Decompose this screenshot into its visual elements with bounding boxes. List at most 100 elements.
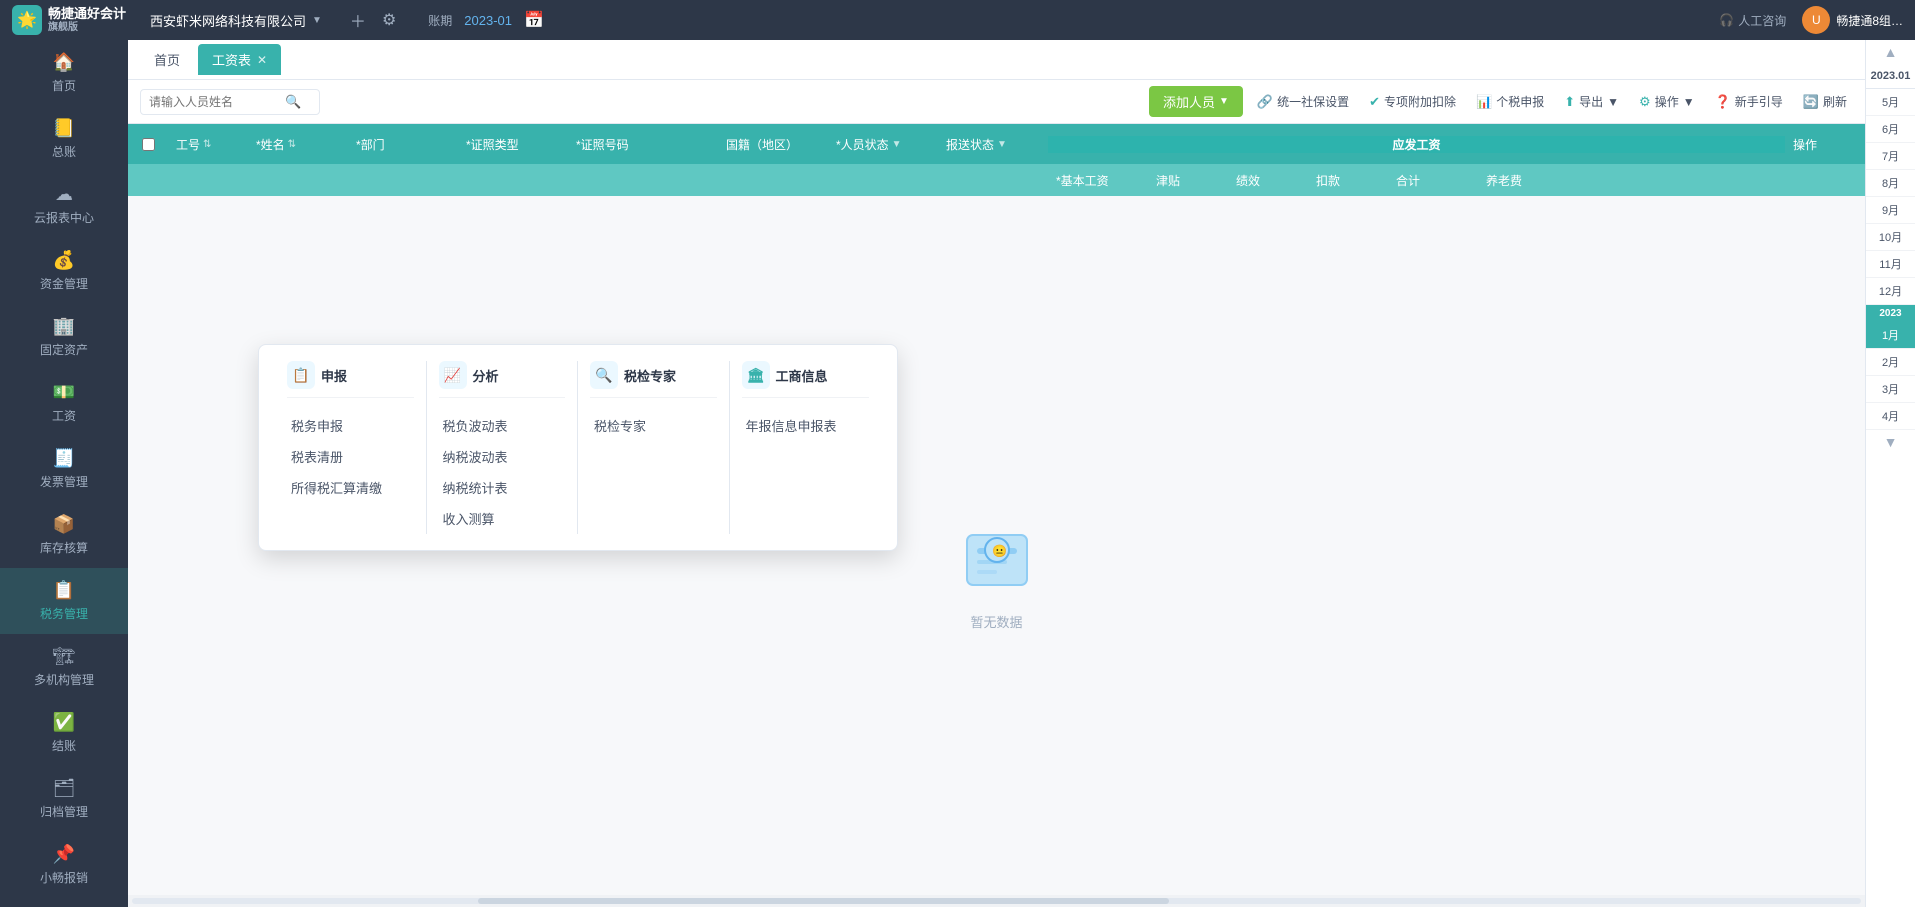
sidebar-item-closing[interactable]: ✅ 结账 xyxy=(0,700,128,766)
check-icon: ✔ xyxy=(1369,94,1380,110)
annual-report-item[interactable]: 年报信息申报表 xyxy=(742,410,870,441)
month-4[interactable]: 4月 xyxy=(1866,403,1915,430)
tax-declaration-item[interactable]: 税务申报 xyxy=(287,410,414,441)
sidebar-item-cloud-report[interactable]: ☁ 云报表中心 xyxy=(0,172,128,238)
home-icon: 🏠 xyxy=(53,52,75,73)
month-7[interactable]: 7月 xyxy=(1866,143,1915,170)
add-person-label: 添加人员 xyxy=(1163,92,1215,111)
scroll-thumb[interactable] xyxy=(478,898,1170,904)
section-analysis-label: 分析 xyxy=(473,366,499,385)
month-6[interactable]: 6月 xyxy=(1866,116,1915,143)
tab-close-icon[interactable]: ✕ xyxy=(257,53,267,67)
sidebar-item-marketing[interactable]: 📌 小畅报销 xyxy=(0,832,128,898)
archive-icon: 🗂 xyxy=(53,778,76,799)
sidebar-item-invoice[interactable]: 🧾 发票管理 xyxy=(0,436,128,502)
tab-home[interactable]: 首页 xyxy=(140,44,194,75)
tax-icon: 📋 xyxy=(53,580,75,601)
sidebar-item-ledger[interactable]: 📒 总账 xyxy=(0,106,128,172)
sidebar-item-salary[interactable]: 💵 工资 xyxy=(0,370,128,436)
refresh-btn[interactable]: 🔄 刷新 xyxy=(1797,89,1853,114)
tab-salary-table[interactable]: 工资表 ✕ xyxy=(198,44,281,75)
special-deduction-btn[interactable]: ✔ 专项附加扣除 xyxy=(1363,89,1462,114)
sidebar-label-salary: 工资 xyxy=(52,407,76,424)
add-person-button[interactable]: 添加人员 ▼ xyxy=(1149,86,1243,117)
sidebar-label-tax: 税务管理 xyxy=(40,605,88,622)
dropdown-section-tax-expert: 🔍 税检专家 税检专家 xyxy=(578,361,730,534)
sidebar-item-basic-settings[interactable]: ⚙ 基础设置 xyxy=(0,898,128,907)
year-divider-2023: 2023 xyxy=(1866,305,1915,322)
th-status-label: *人员状态 xyxy=(836,136,889,153)
sidebar-label-fixed-assets: 固定资产 xyxy=(40,341,88,358)
svg-text:😐: 😐 xyxy=(992,544,1007,558)
sidebar-item-tax[interactable]: 📋 税务管理 xyxy=(0,568,128,634)
filter-status-icon[interactable]: ▼ xyxy=(892,139,902,150)
header-checkbox[interactable] xyxy=(128,138,168,151)
operations-btn[interactable]: ⚙ 操作 ▼ xyxy=(1633,89,1701,114)
tax-expert-icon: 🔍 xyxy=(590,361,618,389)
th-sub-total-label: 合计 xyxy=(1396,174,1420,188)
month-1[interactable]: 1月 xyxy=(1866,322,1915,349)
year-up-btn[interactable]: ▲ xyxy=(1866,40,1915,64)
year-panel: ▲ 2023.01 5月 6月 7月 8月 9月 10月 11月 12月 202… xyxy=(1865,40,1915,907)
guide-icon: ❓ xyxy=(1715,94,1731,110)
sidebar-item-home[interactable]: 🏠 首页 xyxy=(0,40,128,106)
tax-expert-item[interactable]: 税检专家 xyxy=(590,410,717,441)
user-avatar-area[interactable]: U 畅捷通8组… xyxy=(1802,6,1903,34)
search-input[interactable] xyxy=(149,95,279,109)
settings-icon[interactable]: ⚙ xyxy=(378,6,400,34)
customer-service-label: 人工咨询 xyxy=(1738,12,1786,29)
month-12[interactable]: 12月 xyxy=(1866,278,1915,305)
tax-table-clear-item[interactable]: 税表清册 xyxy=(287,441,414,472)
company-selector[interactable]: 西安虾米网络科技有限公司 ▼ xyxy=(142,7,330,34)
ops-icon: ⚙ xyxy=(1639,94,1651,110)
filter-report-icon[interactable]: ▼ xyxy=(997,139,1007,150)
income-tax-calc-item[interactable]: 所得税汇算清缴 xyxy=(287,472,414,503)
month-11[interactable]: 11月 xyxy=(1866,251,1915,278)
table-section: 工号 ⇅ *姓名 ⇅ *部门 *证照类型 *证照号码 xyxy=(128,124,1865,907)
scroll-bar[interactable] xyxy=(128,895,1865,907)
sidebar-item-archive[interactable]: 🗂 归档管理 xyxy=(0,766,128,832)
sort-name-icon[interactable]: ⇅ xyxy=(288,139,296,150)
th-sub-bonus: 津贴 xyxy=(1148,172,1228,189)
month-9[interactable]: 9月 xyxy=(1866,197,1915,224)
cloud-icon: ☁ xyxy=(55,184,73,205)
sidebar-label-invoice: 发票管理 xyxy=(40,473,88,490)
month-10[interactable]: 10月 xyxy=(1866,224,1915,251)
sidebar-item-multi-org[interactable]: 🏗 多机构管理 xyxy=(0,634,128,700)
section-declaration-label: 申报 xyxy=(321,366,347,385)
sidebar-item-inventory[interactable]: 📦 库存核算 xyxy=(0,502,128,568)
add-company-icon[interactable]: ＋ xyxy=(346,4,370,36)
section-declaration-title: 📋 申报 xyxy=(287,361,414,398)
select-all-checkbox[interactable] xyxy=(142,138,155,151)
tax-stats-item[interactable]: 纳税统计表 xyxy=(439,472,566,503)
tax-fluctuation-item[interactable]: 纳税波动表 xyxy=(439,441,566,472)
top-bar-right: 🎧 人工咨询 U 畅捷通8组… xyxy=(1719,6,1903,34)
analysis-icon: 📈 xyxy=(439,361,467,389)
export-btn[interactable]: ⬆ 导出 ▼ xyxy=(1558,89,1625,114)
new-guide-label: 新手引导 xyxy=(1735,93,1783,110)
month-5[interactable]: 5月 xyxy=(1866,89,1915,116)
year-down-btn[interactable]: ▼ xyxy=(1866,430,1915,454)
ops-arrow-icon: ▼ xyxy=(1683,95,1695,109)
month-8[interactable]: 8月 xyxy=(1866,170,1915,197)
personal-tax-btn[interactable]: 📊 个税申报 xyxy=(1470,89,1550,114)
income-calc-item[interactable]: 收入测算 xyxy=(439,503,566,534)
th-report: 报送状态 ▼ xyxy=(938,136,1048,153)
social-insurance-btn[interactable]: 🔗 统一社保设置 xyxy=(1251,89,1355,114)
th-dept: *部门 xyxy=(348,136,458,153)
calendar-icon[interactable]: 📅 xyxy=(520,6,548,34)
empty-icon: 😐 xyxy=(957,520,1037,600)
sidebar-item-fund[interactable]: 💰 资金管理 xyxy=(0,238,128,304)
tax-burden-item[interactable]: 税负波动表 xyxy=(439,410,566,441)
top-bar-actions: ＋ ⚙ 账期 2023-01 📅 xyxy=(346,4,548,36)
sort-id-icon[interactable]: ⇅ xyxy=(203,139,211,150)
customer-service-btn[interactable]: 🎧 人工咨询 xyxy=(1719,12,1786,29)
period-value[interactable]: 2023-01 xyxy=(464,13,512,28)
user-name: 畅捷通8组… xyxy=(1836,12,1903,29)
month-2[interactable]: 2月 xyxy=(1866,349,1915,376)
sidebar-item-fixed-assets[interactable]: 🏢 固定资产 xyxy=(0,304,128,370)
month-3[interactable]: 3月 xyxy=(1866,376,1915,403)
content-area: 首页 工资表 ✕ 🔍 添加人员 ▼ 🔗 统一社保设置 xyxy=(128,40,1865,907)
new-guide-btn[interactable]: ❓ 新手引导 xyxy=(1709,89,1789,114)
period-label: 账期 xyxy=(428,12,452,29)
